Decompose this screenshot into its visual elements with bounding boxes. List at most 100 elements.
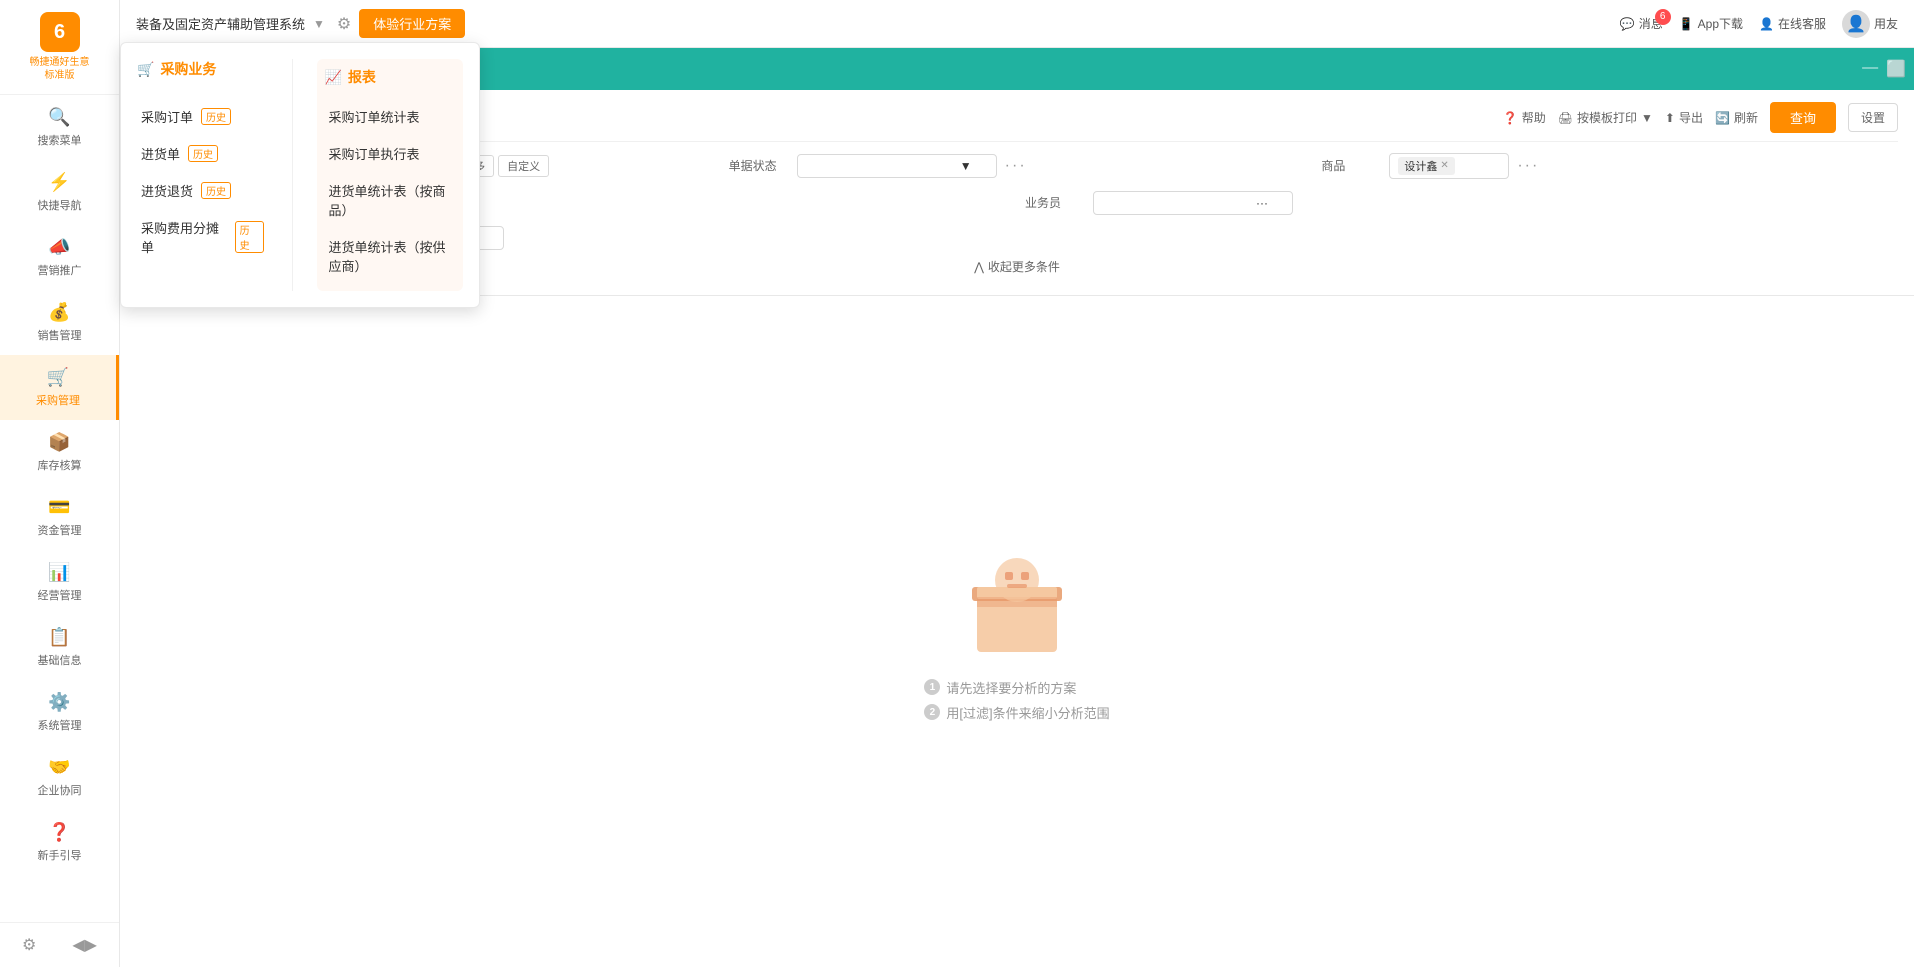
settings-button[interactable]: 设置 <box>1848 103 1898 132</box>
report-section: 📈 报表 采购订单统计表 采购订单执行表 进货单统计表（按商品） 进货单统计表（… <box>317 59 464 291</box>
sidebar-item-quick-nav[interactable]: ⚡ 快捷导航 <box>0 160 119 225</box>
system-title: 装备及固定资产辅助管理系统 <box>136 14 305 33</box>
tab-maximize-btn[interactable]: ⬜ <box>1886 59 1906 79</box>
menu-item-stock-return[interactable]: 进货退货 历史 <box>137 173 268 208</box>
salesman-select[interactable]: ··· <box>1093 191 1293 215</box>
sidebar-item-label: 销售管理 <box>38 327 82 343</box>
sidebar-item-enterprise[interactable]: 🤝 企业协同 <box>0 745 119 810</box>
refresh-action[interactable]: 🔄 刷新 <box>1715 109 1758 126</box>
chevron-down-icon: ▼ <box>960 159 972 173</box>
sidebar-item-label: 经营管理 <box>38 587 82 603</box>
hint-text-2: 用[过滤]条件来缩小分析范围 <box>946 703 1109 722</box>
online-service-btn[interactable]: 👤 在线客服 <box>1759 15 1826 32</box>
help-action[interactable]: ❓ 帮助 <box>1503 109 1546 126</box>
sidebar-footer: ⚙ ◀▶ <box>0 922 119 967</box>
menu-item-purchase-expense[interactable]: 采购费用分摊单 历史 <box>137 210 268 264</box>
header-left: 装备及固定资产辅助管理系统 ▼ ⚙ 体验行业方案 <box>136 9 465 38</box>
export-icon: ⬆ <box>1665 111 1675 125</box>
sidebar-item-sales[interactable]: 💰 销售管理 <box>0 290 119 355</box>
logo-text: 畅捷通好生意 标准版 <box>30 56 90 82</box>
purchase-icon: 🛒 <box>47 367 69 388</box>
purchase-section-title: 🛒 采购业务 <box>137 59 268 87</box>
empty-text: 1 请先选择要分析的方案 2 用[过滤]条件来缩小分析范围 <box>924 678 1109 722</box>
report-item-label: 进货单统计表（按商品） <box>329 184 446 218</box>
empty-hint-2: 2 用[过滤]条件来缩小分析范围 <box>924 703 1109 722</box>
phone-icon: 📱 <box>1679 17 1694 31</box>
report-stock-in-by-goods[interactable]: 进货单统计表（按商品） <box>325 173 456 227</box>
message-badge: 6 <box>1655 9 1671 25</box>
sidebar-item-search[interactable]: 🔍 搜索菜单 <box>0 95 119 160</box>
sidebar-item-finance[interactable]: 💳 资金管理 <box>0 485 119 550</box>
sidebar-item-inventory[interactable]: 📦 库存核算 <box>0 420 119 485</box>
marketing-icon: 📣 <box>48 237 70 258</box>
hint-text-1: 请先选择要分析的方案 <box>946 678 1076 697</box>
logo: 6 畅捷通好生意 标准版 <box>0 0 119 95</box>
report-purchase-order-stat[interactable]: 采购订单统计表 <box>325 99 456 134</box>
refresh-icon: 🔄 <box>1715 111 1730 125</box>
message-icon: 💬 <box>1620 17 1635 31</box>
menu-item-stock-in[interactable]: 进货单 历史 <box>137 136 268 171</box>
operation-icon: 📊 <box>48 562 70 583</box>
print-action[interactable]: 🖨 按模板打印 ▼ <box>1558 109 1653 126</box>
header-dropdown-btn[interactable]: ▼ <box>313 17 325 31</box>
menu-item-label: 采购订单 <box>141 107 193 126</box>
goods-tag: 设计鑫 ✕ <box>1398 157 1454 175</box>
menu-item-purchase-order[interactable]: 采购订单 历史 <box>137 99 268 134</box>
report-stock-in-by-supplier[interactable]: 进货单统计表（按供应商） <box>325 229 456 283</box>
query-button[interactable]: 查询 <box>1770 102 1836 133</box>
collapse-sidebar-btn[interactable]: ◀▶ <box>72 935 97 955</box>
goods-ellipsis[interactable]: ··· <box>1517 157 1539 175</box>
settings-footer-btn[interactable]: ⚙ <box>22 935 36 955</box>
sidebar-item-guide[interactable]: ❓ 新手引导 <box>0 810 119 875</box>
sidebar-item-label: 采购管理 <box>36 392 80 408</box>
menu-item-label: 进货退货 <box>141 181 193 200</box>
header-gear-btn[interactable]: ⚙ <box>337 14 351 34</box>
system-icon: ⚙️ <box>48 692 70 713</box>
report-section-title: 📈 报表 <box>325 67 456 87</box>
purchase-section: 🛒 采购业务 采购订单 历史 进货单 历史 进货退货 历史 采购费用分摊单 历史 <box>137 59 268 291</box>
finance-icon: 💳 <box>48 497 70 518</box>
app-download-btn[interactable]: 📱 App下载 <box>1679 15 1743 32</box>
sidebar-item-label: 系统管理 <box>38 717 82 733</box>
report-icon: 📈 <box>325 69 342 86</box>
goods-label: 商品 <box>1321 157 1381 174</box>
report-purchase-order-exec[interactable]: 采购订单执行表 <box>325 136 456 171</box>
goods-tag-close[interactable]: ✕ <box>1440 160 1448 171</box>
export-action[interactable]: ⬆ 导出 <box>1665 109 1703 126</box>
purchase-menu-items: 采购订单 历史 进货单 历史 进货退货 历史 采购费用分摊单 历史 <box>137 99 268 264</box>
doc-status-select[interactable]: ▼ <box>797 154 997 178</box>
enterprise-icon: 🤝 <box>48 757 70 778</box>
sidebar-item-operation[interactable]: 📊 经营管理 <box>0 550 119 615</box>
report-item-label: 进货单统计表（按供应商） <box>329 240 446 274</box>
empty-illustration <box>957 542 1077 662</box>
tab-minimize-btn[interactable]: — <box>1862 59 1878 79</box>
user-btn[interactable]: 👤 用友 <box>1842 10 1898 38</box>
sidebar-item-purchase[interactable]: 🛒 采购管理 <box>0 355 119 420</box>
purchase-section-icon: 🛒 <box>137 61 154 78</box>
goods-tag-control[interactable]: 设计鑫 ✕ <box>1389 153 1509 179</box>
inventory-icon: 📦 <box>48 432 70 453</box>
salesman-field: 业务员 ··· <box>1025 191 1898 215</box>
sidebar-item-marketing[interactable]: 📣 营销推广 <box>0 225 119 290</box>
doc-status-ellipsis[interactable]: ··· <box>1005 157 1027 175</box>
salesman-label: 业务员 <box>1025 194 1085 211</box>
industry-btn[interactable]: 体验行业方案 <box>359 9 465 38</box>
purchase-order-badge: 历史 <box>201 108 231 125</box>
salesman-ellipsis: ··· <box>1256 196 1268 210</box>
quick-date-custom[interactable]: 自定义 <box>498 155 549 177</box>
empty-hint-1: 1 请先选择要分析的方案 <box>924 678 1076 697</box>
sidebar-item-label: 新手引导 <box>38 847 82 863</box>
menu-divider <box>292 59 293 291</box>
message-btn[interactable]: 💬 消息 6 <box>1620 15 1663 32</box>
collapse-label: 收起更多条件 <box>988 258 1060 275</box>
doc-status-field: 单据状态 ▼ ··· <box>729 154 1306 178</box>
collapse-icon: ⋀ <box>974 260 984 274</box>
sidebar-item-label: 快捷导航 <box>38 197 82 213</box>
service-icon: 👤 <box>1759 17 1774 31</box>
user-label: 用友 <box>1874 15 1898 32</box>
sidebar-item-system[interactable]: ⚙️ 系统管理 <box>0 680 119 745</box>
purchase-expense-badge: 历史 <box>235 221 264 253</box>
tab-bar-right: — ⬜ <box>1862 59 1906 79</box>
sidebar-item-basic[interactable]: 📋 基础信息 <box>0 615 119 680</box>
goods-field: 商品 设计鑫 ✕ ··· <box>1321 153 1898 179</box>
